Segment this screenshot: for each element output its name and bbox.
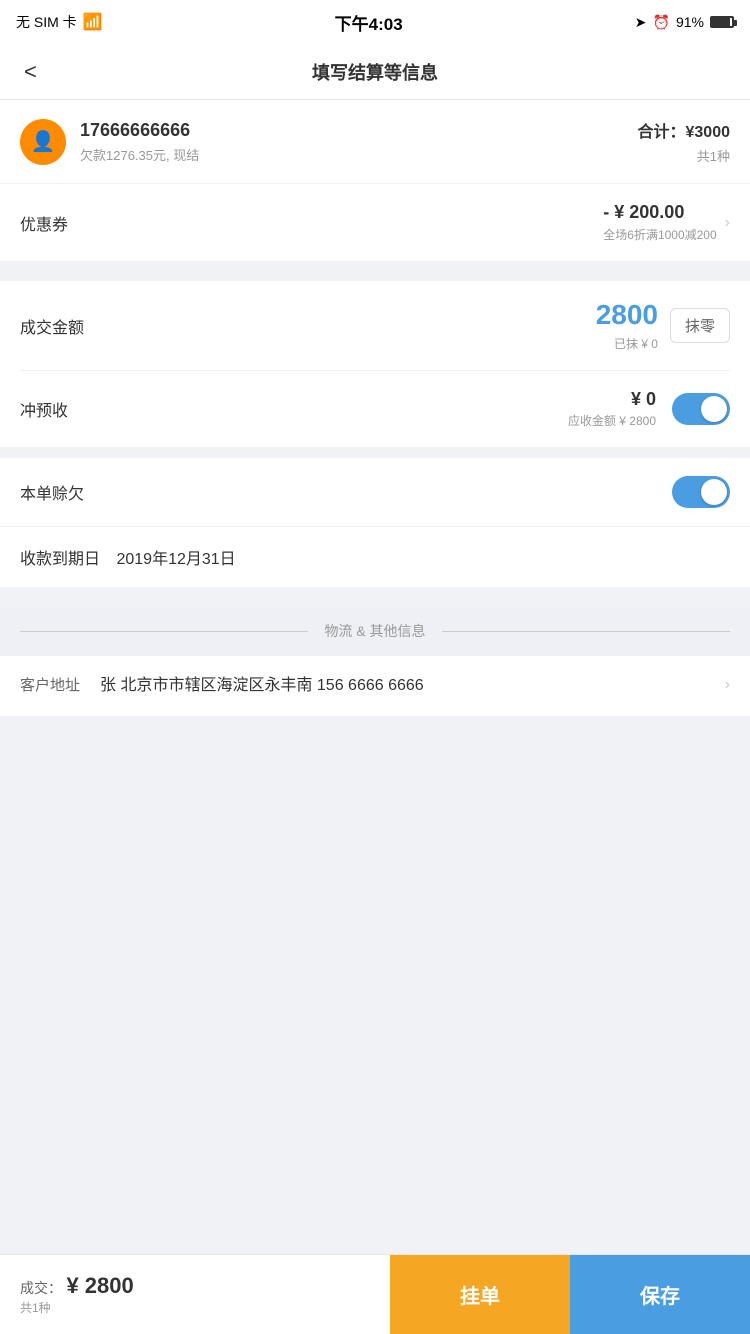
address-section[interactable]: 客户地址 张 北京市市辖区海淀区永丰南 156 6666 6666 ›: [0, 656, 750, 716]
coupon-amount: - ¥ 200.00: [603, 202, 716, 223]
address-content: 张 北京市市辖区海淀区永丰南 156 6666 6666: [100, 674, 715, 698]
address-label: 客户地址: [20, 674, 100, 695]
status-bar: 无 SIM 卡 📶 下午4:03 ➤ ⏰ 91%: [0, 0, 750, 44]
content-area: 👤 17666666666 欠款1276.35元, 现结 合计：¥3000 共1…: [0, 100, 750, 1254]
chongyu-toggle[interactable]: [672, 393, 730, 425]
user-total: 合计：¥3000 共1种: [638, 118, 731, 165]
bottom-summary: 成交： ¥ 2800 共1种: [0, 1273, 390, 1316]
chongyu-row: 冲预收 ¥ 0 应收金额 ¥ 2800: [20, 371, 730, 447]
user-subtext: 欠款1276.35元, 现结: [80, 145, 199, 164]
logistics-text: 物流 & 其他信息: [324, 621, 425, 641]
item-count: 共1种: [638, 146, 731, 165]
deal-amount-sub: 已抹 ¥ 0: [596, 335, 658, 352]
coupon-row[interactable]: 优惠券 - ¥ 200.00 全场6折满1000减200 ›: [0, 184, 750, 261]
page-title: 填写结算等信息: [312, 59, 438, 85]
debt-label: 本单赊欠: [20, 480, 84, 504]
logistics-divider: 物流 & 其他信息: [0, 607, 750, 655]
battery-text: 91%: [676, 14, 704, 30]
deal-amount-label: 成交金额: [20, 314, 84, 338]
coupon-desc: 全场6折满1000减200: [603, 226, 716, 243]
status-left: 无 SIM 卡 📶: [16, 12, 103, 32]
deal-amount-info: 2800 已抹 ¥ 0: [596, 299, 658, 352]
coupon-label: 优惠券: [20, 211, 68, 235]
chongyu-label: 冲预收: [20, 397, 68, 421]
bottom-count: 共1种: [20, 1299, 370, 1316]
avatar: 👤: [20, 119, 66, 165]
location-icon: ➤: [635, 14, 647, 31]
deal-amount-row: 成交金额 2800 已抹 ¥ 0 抹零: [20, 281, 730, 371]
bottom-bar: 成交： ¥ 2800 共1种 挂单 保存: [0, 1254, 750, 1334]
status-right: ➤ ⏰ 91%: [635, 14, 734, 31]
divider-3: [0, 597, 750, 607]
amount-section: 成交金额 2800 已抹 ¥ 0 抹零 冲预收 ¥ 0 应收金额 ¥ 2800: [0, 281, 750, 447]
duedate-section: 收款到期日 2019年12月31日: [0, 527, 750, 587]
divider-2: [0, 448, 750, 458]
coupon-right: - ¥ 200.00 全场6折满1000减200 ›: [603, 202, 730, 243]
chongyu-info: ¥ 0 应收金额 ¥ 2800: [568, 389, 656, 429]
chongyu-sub: 应收金额 ¥ 2800: [568, 412, 656, 429]
duedate-label: 收款到期日: [20, 551, 100, 568]
wifi-icon: 📶: [83, 12, 103, 32]
bottom-empty-space: [0, 726, 750, 926]
user-phone: 17666666666: [80, 120, 199, 141]
user-left: 👤 17666666666 欠款1276.35元, 现结: [20, 119, 199, 165]
coupon-chevron-icon: ›: [725, 214, 730, 232]
bottom-deal-label: 成交：: [20, 1280, 62, 1296]
hang-order-button[interactable]: 挂单: [390, 1255, 570, 1334]
time-display: 下午4:03: [335, 10, 403, 35]
duedate-value: 2019年12月31日: [116, 551, 235, 568]
bottom-buttons: 挂单 保存: [390, 1255, 750, 1334]
logistics-line-left: [20, 631, 308, 632]
round-zero-button[interactable]: 抹零: [670, 308, 730, 343]
divider-1: [0, 271, 750, 281]
address-chevron-icon: ›: [715, 676, 730, 694]
logistics-line-right: [442, 631, 730, 632]
battery-icon: [710, 16, 734, 28]
nav-bar: < 填写结算等信息: [0, 44, 750, 100]
save-button[interactable]: 保存: [570, 1255, 750, 1334]
deal-amount-right: 2800 已抹 ¥ 0 抹零: [596, 299, 730, 352]
chongyu-amount: ¥ 0: [631, 389, 656, 410]
alarm-icon: ⏰: [653, 14, 670, 31]
total-amount: 合计：¥3000: [638, 118, 731, 142]
back-button[interactable]: <: [16, 51, 45, 93]
user-card: 👤 17666666666 欠款1276.35元, 现结 合计：¥3000 共1…: [0, 100, 750, 183]
user-info: 17666666666 欠款1276.35元, 现结: [80, 120, 199, 164]
deal-amount-value: 2800: [596, 299, 658, 331]
carrier-text: 无 SIM 卡: [16, 12, 77, 32]
bottom-deal-row: 成交： ¥ 2800: [20, 1273, 370, 1299]
bottom-deal-value: ¥ 2800: [66, 1273, 133, 1298]
debt-section: 本单赊欠: [0, 458, 750, 526]
debt-toggle[interactable]: [672, 476, 730, 508]
coupon-info: - ¥ 200.00 全场6折满1000减200: [603, 202, 716, 243]
